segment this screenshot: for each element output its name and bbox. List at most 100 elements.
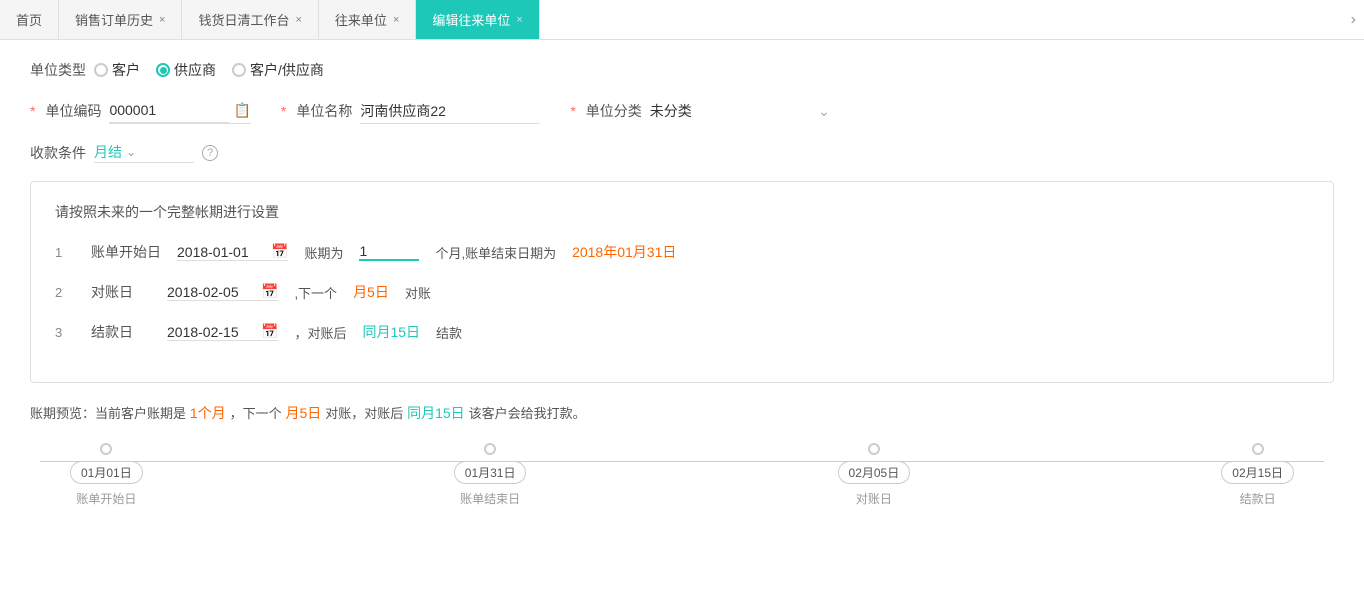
unit-info-row: * 单位编码 📋 * 单位名称 * 单位分类 未分类 ⌄ xyxy=(30,98,1334,124)
preview-prefix: 账期预览：当前客户账期是 xyxy=(30,406,186,421)
tab-edit-counterparty[interactable]: 编辑往来单位 × xyxy=(416,0,539,39)
tab-home[interactable]: 首页 xyxy=(0,0,59,39)
radio-customer-circle xyxy=(94,63,108,77)
calendar-icon-3[interactable]: 📅 xyxy=(261,323,278,340)
payment-select[interactable]: 月结 ⌄ xyxy=(94,142,194,163)
step-num-2: 2 xyxy=(55,285,75,300)
payment-label: 收款条件 xyxy=(30,143,86,163)
period-desc-1-suffix: 个月,账单结束日期为 xyxy=(435,243,556,262)
unit-code-group: * 单位编码 📋 xyxy=(30,98,251,124)
unit-classify-star: * xyxy=(570,103,575,119)
payment-group: 收款条件 月结 ⌄ ? xyxy=(30,142,218,163)
timeline-node-2: 01月31日 账单结束日 xyxy=(454,443,527,507)
timeline-section: 01月01日 账单开始日 01月31日 账单结束日 02月05日 对账日 02月… xyxy=(30,443,1334,507)
radio-supplier[interactable]: 供应商 xyxy=(156,60,216,80)
period-settings-box: 请按照未来的一个完整帐期进行设置 1 账单开始日 📅 账期为 个月,账单结束日期… xyxy=(30,181,1334,383)
timeline-date-2: 01月31日 xyxy=(454,461,527,484)
payment-value: 月结 xyxy=(94,142,122,162)
period-desc-3-prefix: ，对账后 xyxy=(294,323,346,342)
radio-both-circle xyxy=(232,63,246,77)
unit-type-label: 单位类型 xyxy=(30,60,86,80)
unit-code-input[interactable] xyxy=(109,98,229,123)
radio-customer-label: 客户 xyxy=(112,60,140,80)
tab-counterparty[interactable]: 往来单位 × xyxy=(319,0,416,39)
tab-edit-counterparty-label: 编辑往来单位 xyxy=(432,10,510,29)
tab-cash-daily-label: 钱货日清工作台 xyxy=(198,10,289,29)
unit-type-row: 单位类型 客户 供应商 客户/供应商 xyxy=(30,60,1334,80)
tab-counterparty-close[interactable]: × xyxy=(393,14,399,26)
date-input-group-2: 📅 xyxy=(167,283,278,301)
radio-both[interactable]: 客户/供应商 xyxy=(232,60,324,80)
timeline-node-1: 01月01日 账单开始日 xyxy=(70,443,143,507)
unit-name-star: * xyxy=(281,103,286,119)
date-input-group-3: 📅 xyxy=(167,323,278,341)
preview-section: 账期预览：当前客户账期是 1个月 ，下一个 月5日 对账，对账后 同月15日 该… xyxy=(30,403,1334,423)
copy-icon[interactable]: 📋 xyxy=(233,102,250,119)
timeline-node-3: 02月05日 对账日 xyxy=(838,443,911,507)
tab-sales-history[interactable]: 销售订单历史 × xyxy=(59,0,182,39)
period-desc-1-prefix: 账期为 xyxy=(304,243,343,262)
unit-name-input[interactable] xyxy=(360,99,540,124)
timeline-dot-2 xyxy=(484,443,496,455)
period-num-input[interactable] xyxy=(359,243,419,261)
timeline-dot-1 xyxy=(100,443,112,455)
calendar-icon-1[interactable]: 📅 xyxy=(271,243,288,260)
period-reconcile-highlight: 月5日 xyxy=(353,282,389,302)
tab-arrow[interactable]: › xyxy=(1343,0,1364,39)
unit-classify-group: * 单位分类 未分类 ⌄ xyxy=(570,101,829,121)
payment-chevron-icon: ⌄ xyxy=(126,145,136,159)
preview-mid2: 对账，对账后 xyxy=(325,406,403,421)
tab-cash-daily-close[interactable]: × xyxy=(295,14,301,26)
unit-code-star: * xyxy=(30,103,35,119)
period-row-3: 3 结款日 📅 ，对账后 同月15日 结款 xyxy=(55,322,1309,342)
period-desc-2-prefix: ,下一个 xyxy=(294,283,337,302)
tab-bar: 首页 销售订单历史 × 钱货日清工作台 × 往来单位 × 编辑往来单位 × › xyxy=(0,0,1364,40)
unit-classify-value: 未分类 xyxy=(650,101,692,121)
timeline-node-4: 02月15日 结款日 xyxy=(1221,443,1294,507)
main-content: 单位类型 客户 供应商 客户/供应商 * 单位编码 xyxy=(0,40,1364,608)
tab-sales-history-close[interactable]: × xyxy=(159,14,165,26)
step-label-1: 账单开始日 xyxy=(91,242,161,262)
unit-code-input-wrap: 📋 xyxy=(109,98,250,124)
unit-type-group: 单位类型 客户 供应商 客户/供应商 xyxy=(30,60,324,80)
tab-edit-counterparty-close[interactable]: × xyxy=(516,14,522,26)
timeline-label-1: 账单开始日 xyxy=(76,490,136,507)
unit-code-label: 单位编码 xyxy=(45,101,101,121)
tab-cash-daily[interactable]: 钱货日清工作台 × xyxy=(182,0,318,39)
tab-sales-history-label: 销售订单历史 xyxy=(75,10,153,29)
tab-home-label: 首页 xyxy=(16,10,42,29)
period-row-2: 2 对账日 📅 ,下一个 月5日 对账 xyxy=(55,282,1309,302)
timeline-dot-3 xyxy=(868,443,880,455)
period-end-date-highlight: 2018年01月31日 xyxy=(572,242,676,262)
period-title: 请按照未来的一个完整帐期进行设置 xyxy=(55,202,1309,222)
radio-customer[interactable]: 客户 xyxy=(94,60,140,80)
payment-row: 收款条件 月结 ⌄ ? xyxy=(30,142,1334,163)
preview-part3: 同月15日 xyxy=(407,405,465,421)
timeline-nodes: 01月01日 账单开始日 01月31日 账单结束日 02月05日 对账日 02月… xyxy=(70,443,1294,507)
radio-supplier-circle xyxy=(156,63,170,77)
step-num-1: 1 xyxy=(55,245,75,260)
period-row-1: 1 账单开始日 📅 账期为 个月,账单结束日期为 2018年01月31日 xyxy=(55,242,1309,262)
calendar-icon-2[interactable]: 📅 xyxy=(261,283,278,300)
tab-counterparty-label: 往来单位 xyxy=(335,10,387,29)
date-input-1[interactable] xyxy=(177,244,267,260)
preview-part1: 1个月 xyxy=(190,405,226,421)
step-label-2: 对账日 xyxy=(91,282,151,302)
timeline-label-2: 账单结束日 xyxy=(460,490,520,507)
timeline-date-1: 01月01日 xyxy=(70,461,143,484)
date-input-3[interactable] xyxy=(167,324,257,340)
date-input-2[interactable] xyxy=(167,284,257,300)
step-num-3: 3 xyxy=(55,325,75,340)
period-desc-3-suffix: 结款 xyxy=(436,323,462,342)
classify-dropdown-icon: ⌄ xyxy=(818,103,830,120)
unit-name-label: 单位名称 xyxy=(296,101,352,121)
date-input-group-1: 📅 xyxy=(177,243,288,261)
timeline-dot-4 xyxy=(1252,443,1264,455)
radio-group: 客户 供应商 客户/供应商 xyxy=(94,60,324,80)
period-desc-2-suffix: 对账 xyxy=(405,283,431,302)
help-icon[interactable]: ? xyxy=(202,145,218,161)
preview-suffix: 该客户会给我打款。 xyxy=(469,406,586,421)
timeline-date-4: 02月15日 xyxy=(1221,461,1294,484)
unit-classify-select[interactable]: 未分类 ⌄ xyxy=(650,101,830,121)
preview-mid1: ，下一个 xyxy=(230,406,282,421)
